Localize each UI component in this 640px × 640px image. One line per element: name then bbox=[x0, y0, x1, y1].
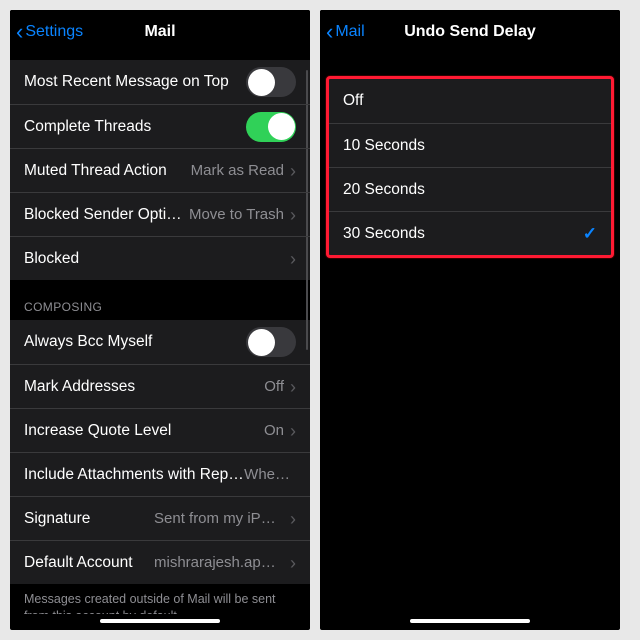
checkmark-icon: ✓ bbox=[583, 224, 597, 244]
row-label: Mark Addresses bbox=[24, 378, 264, 396]
back-button[interactable]: ‹ Settings bbox=[16, 10, 83, 54]
phone-left: ‹ Settings Mail Most Recent Message on T… bbox=[10, 10, 310, 630]
row-label: Most Recent Message on Top bbox=[24, 73, 246, 91]
home-indicator[interactable] bbox=[410, 619, 530, 623]
group-threading: Most Recent Message on Top Complete Thre… bbox=[10, 60, 310, 280]
row-label: Increase Quote Level bbox=[24, 422, 264, 440]
option-off[interactable]: Off bbox=[329, 79, 611, 123]
row-value: On bbox=[264, 422, 284, 439]
row-label: Signature bbox=[24, 510, 154, 528]
row-value: Move to Trash bbox=[189, 206, 284, 223]
row-label: 20 Seconds bbox=[343, 181, 597, 199]
option-10-seconds[interactable]: 10 Seconds bbox=[329, 123, 611, 167]
row-include-attachments[interactable]: Include Attachments with Replies Whe… bbox=[10, 452, 310, 496]
chevron-right-icon: › bbox=[290, 378, 296, 396]
group-composing: Always Bcc Myself Mark Addresses Off › I… bbox=[10, 320, 310, 584]
row-label: Blocked bbox=[24, 250, 290, 268]
section-footer-composing: Messages created outside of Mail will be… bbox=[10, 584, 310, 614]
chevron-right-icon: › bbox=[290, 206, 296, 224]
chevron-left-icon: ‹ bbox=[16, 21, 23, 43]
row-increase-quote[interactable]: Increase Quote Level On › bbox=[10, 408, 310, 452]
back-label: Settings bbox=[25, 23, 83, 41]
row-signature[interactable]: Signature Sent from my iPhone › bbox=[10, 496, 310, 540]
row-label: Complete Threads bbox=[24, 118, 246, 136]
chevron-left-icon: ‹ bbox=[326, 21, 333, 43]
option-20-seconds[interactable]: 20 Seconds bbox=[329, 167, 611, 211]
chevron-right-icon: › bbox=[290, 510, 296, 528]
options-list: Off 10 Seconds 20 Seconds 30 Seconds ✓ bbox=[320, 54, 620, 614]
option-30-seconds[interactable]: 30 Seconds ✓ bbox=[329, 211, 611, 255]
chevron-right-icon: › bbox=[290, 554, 296, 572]
page-title: Mail bbox=[144, 23, 175, 41]
row-default-account[interactable]: Default Account mishrarajesh.apple@… › bbox=[10, 540, 310, 584]
toggle-on-icon[interactable] bbox=[246, 112, 296, 142]
row-label: Include Attachments with Replies bbox=[24, 466, 244, 484]
row-label: Off bbox=[343, 92, 597, 110]
page-title: Undo Send Delay bbox=[404, 23, 536, 41]
chevron-right-icon: › bbox=[290, 162, 296, 180]
row-value: mishrarajesh.apple@… bbox=[154, 554, 284, 571]
row-value: Off bbox=[264, 378, 284, 395]
row-value: Sent from my iPhone bbox=[154, 510, 284, 527]
phone-right: ‹ Mail Undo Send Delay Off 10 Seconds 20… bbox=[320, 10, 620, 630]
toggle-off-icon[interactable] bbox=[246, 327, 296, 357]
row-label: 10 Seconds bbox=[343, 137, 597, 155]
navbar: ‹ Mail Undo Send Delay bbox=[320, 10, 620, 54]
navbar: ‹ Settings Mail bbox=[10, 10, 310, 54]
row-label: Muted Thread Action bbox=[24, 162, 191, 180]
chevron-right-icon: › bbox=[290, 422, 296, 440]
chevron-right-icon: › bbox=[290, 250, 296, 268]
row-value: Whe… bbox=[244, 466, 290, 483]
group-undo-delay-options: Off 10 Seconds 20 Seconds 30 Seconds ✓ bbox=[326, 76, 614, 258]
toggle-off-icon[interactable] bbox=[246, 67, 296, 97]
row-label: Always Bcc Myself bbox=[24, 333, 246, 351]
row-most-recent[interactable]: Most Recent Message on Top bbox=[10, 60, 310, 104]
home-indicator[interactable] bbox=[100, 619, 220, 623]
section-header-composing: COMPOSING bbox=[10, 280, 310, 320]
row-mark-addresses[interactable]: Mark Addresses Off › bbox=[10, 364, 310, 408]
row-value: Mark as Read bbox=[191, 162, 284, 179]
row-always-bcc[interactable]: Always Bcc Myself bbox=[10, 320, 310, 364]
row-label: 30 Seconds bbox=[343, 225, 583, 243]
row-label: Default Account bbox=[24, 554, 154, 572]
row-blocked[interactable]: Blocked › bbox=[10, 236, 310, 280]
row-blocked-sender-options[interactable]: Blocked Sender Options Move to Trash › bbox=[10, 192, 310, 236]
back-label: Mail bbox=[335, 23, 364, 41]
row-complete-threads[interactable]: Complete Threads bbox=[10, 104, 310, 148]
row-label: Blocked Sender Options bbox=[24, 206, 189, 224]
row-muted-thread-action[interactable]: Muted Thread Action Mark as Read › bbox=[10, 148, 310, 192]
back-button[interactable]: ‹ Mail bbox=[326, 10, 365, 54]
settings-list[interactable]: Most Recent Message on Top Complete Thre… bbox=[10, 54, 310, 614]
